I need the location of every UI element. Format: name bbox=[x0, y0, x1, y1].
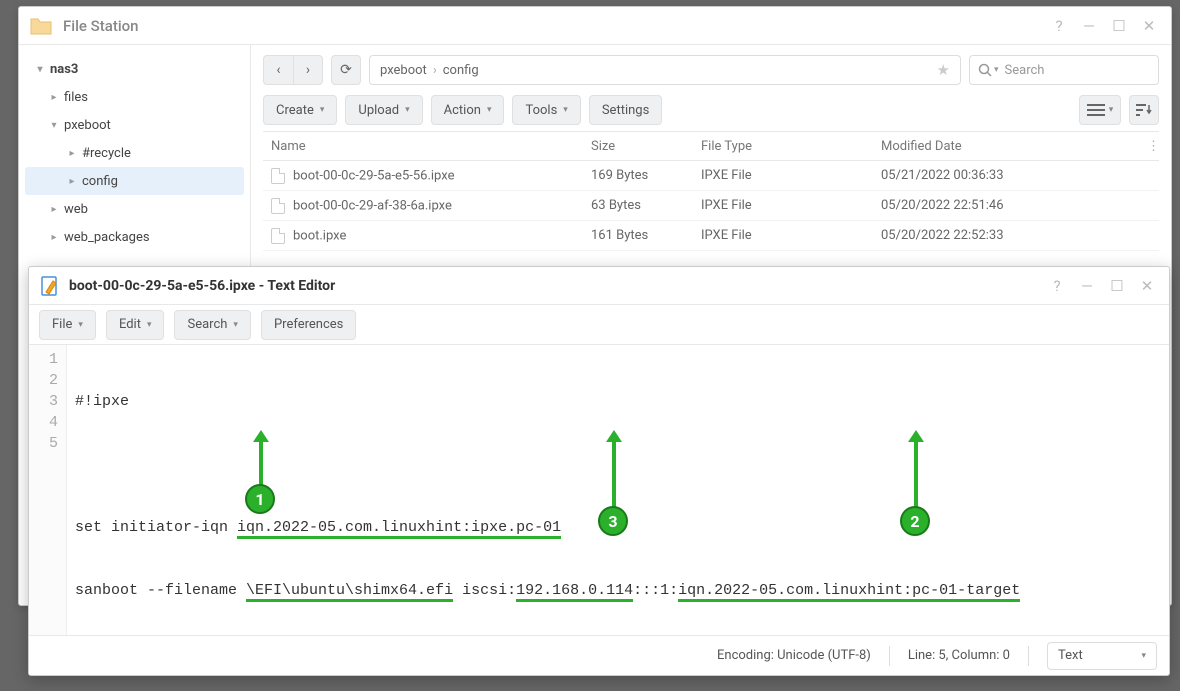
col-size[interactable]: Size bbox=[583, 139, 693, 154]
tree-label: files bbox=[64, 90, 88, 105]
action-button[interactable]: Action▾ bbox=[431, 95, 505, 125]
caret-down-icon: ▾ bbox=[994, 65, 999, 75]
sort-button[interactable] bbox=[1129, 95, 1159, 125]
tree-item-files[interactable]: ▸files bbox=[25, 83, 244, 111]
minimize-button[interactable]: — bbox=[1075, 274, 1099, 298]
view-list-button[interactable]: ▾ bbox=[1079, 95, 1121, 125]
code-editor[interactable]: 12345 #!ipxe set initiator-iqn iqn.2022-… bbox=[29, 345, 1169, 635]
close-button[interactable]: ✕ bbox=[1137, 14, 1161, 38]
chevron-right-icon: › bbox=[433, 63, 437, 78]
help-icon[interactable]: ? bbox=[1045, 274, 1069, 298]
maximize-button[interactable]: ☐ bbox=[1105, 274, 1129, 298]
status-bar: Encoding: Unicode (UTF-8) Line: 5, Colum… bbox=[29, 635, 1169, 675]
minimize-button[interactable]: — bbox=[1077, 14, 1101, 38]
star-icon[interactable]: ★ bbox=[937, 61, 950, 79]
back-button[interactable]: ‹ bbox=[263, 55, 293, 85]
tree-root-label: nas3 bbox=[50, 62, 78, 77]
annotation-callout-3: 3 bbox=[598, 506, 628, 536]
create-button[interactable]: Create▾ bbox=[263, 95, 337, 125]
annotation-underline: iqn.2022-05.com.linuxhint:ipxe.pc-01 bbox=[237, 519, 561, 539]
annotation-underline: 192.168.0.114 bbox=[516, 582, 633, 602]
column-menu-icon[interactable]: ⋮ bbox=[1139, 139, 1159, 154]
status-encoding: Encoding: Unicode (UTF-8) bbox=[717, 648, 871, 663]
arrow-head-icon bbox=[606, 430, 622, 442]
settings-button[interactable]: Settings bbox=[589, 95, 662, 125]
text-editor-titlebar: boot-00-0c-29-5a-e5-56.ipxe - Text Edito… bbox=[29, 267, 1169, 305]
tree-item-config[interactable]: ▸config bbox=[25, 167, 244, 195]
table-header: Name Size File Type Modified Date ⋮ bbox=[263, 131, 1159, 161]
tree-label: web_packages bbox=[64, 230, 150, 245]
breadcrumb[interactable]: pxeboot › config ★ bbox=[369, 55, 961, 85]
tree-root[interactable]: ▾nas3 bbox=[25, 55, 244, 83]
text-editor-window: boot-00-0c-29-5a-e5-56.ipxe - Text Edito… bbox=[28, 266, 1170, 676]
annotation-arrow bbox=[914, 440, 918, 508]
col-type[interactable]: File Type bbox=[693, 139, 873, 154]
annotation-callout-2: 2 bbox=[900, 506, 930, 536]
breadcrumb-seg[interactable]: config bbox=[443, 63, 479, 78]
annotation-underline: \EFI\ubuntu\shimx64.efi bbox=[246, 582, 453, 602]
line-gutter: 12345 bbox=[29, 345, 67, 635]
annotation-arrow bbox=[259, 440, 263, 486]
file-icon bbox=[271, 228, 285, 244]
table-row[interactable]: boot.ipxe 161 Bytes IPXE File 05/20/2022… bbox=[263, 221, 1159, 251]
folder-icon bbox=[29, 16, 53, 36]
tree-label: pxeboot bbox=[64, 118, 111, 133]
arrow-head-icon bbox=[908, 430, 924, 442]
text-editor-icon bbox=[39, 275, 61, 297]
edit-menu[interactable]: Edit▾ bbox=[106, 310, 165, 340]
tree-label: web bbox=[64, 202, 88, 217]
annotation-arrow bbox=[612, 440, 616, 508]
table-row[interactable]: boot-00-0c-29-af-38-6a.ipxe 63 Bytes IPX… bbox=[263, 191, 1159, 221]
annotation-callout-1: 1 bbox=[245, 484, 275, 514]
arrow-head-icon bbox=[253, 430, 269, 442]
col-modified[interactable]: Modified Date bbox=[873, 139, 1139, 154]
refresh-button[interactable]: ⟳ bbox=[331, 55, 361, 85]
code-line: sanboot --filename \EFI\ubuntu\shimx64.e… bbox=[75, 580, 1161, 601]
forward-button[interactable]: › bbox=[293, 55, 323, 85]
search-placeholder: Search bbox=[1005, 63, 1045, 78]
tree-item-web-packages[interactable]: ▸web_packages bbox=[25, 223, 244, 251]
tree-item-web[interactable]: ▸web bbox=[25, 195, 244, 223]
text-editor-menubar: File▾ Edit▾ Search▾ Preferences bbox=[29, 305, 1169, 345]
file-station-title: File Station bbox=[63, 17, 1041, 35]
status-cursor: Line: 5, Column: 0 bbox=[908, 648, 1010, 663]
close-button[interactable]: ✕ bbox=[1135, 274, 1159, 298]
search-icon bbox=[978, 63, 992, 77]
code-line bbox=[75, 454, 1161, 475]
preferences-menu[interactable]: Preferences bbox=[261, 310, 356, 340]
file-icon bbox=[271, 198, 285, 214]
table-row[interactable]: boot-00-0c-29-5a-e5-56.ipxe 169 Bytes IP… bbox=[263, 161, 1159, 191]
tools-button[interactable]: Tools▾ bbox=[512, 95, 580, 125]
tree-label: config bbox=[82, 174, 118, 189]
file-station-titlebar: File Station ? — ☐ ✕ bbox=[19, 7, 1171, 45]
help-icon[interactable]: ? bbox=[1047, 14, 1071, 38]
maximize-button[interactable]: ☐ bbox=[1107, 14, 1131, 38]
text-editor-title: boot-00-0c-29-5a-e5-56.ipxe - Text Edito… bbox=[69, 278, 1039, 294]
search-menu[interactable]: Search▾ bbox=[174, 310, 250, 340]
tree-item-pxeboot[interactable]: ▾pxeboot bbox=[25, 111, 244, 139]
file-table: Name Size File Type Modified Date ⋮ boot… bbox=[263, 131, 1159, 251]
language-select[interactable]: Text▾ bbox=[1047, 642, 1157, 670]
code-line: #!ipxe bbox=[75, 391, 1161, 412]
upload-button[interactable]: Upload▾ bbox=[345, 95, 422, 125]
file-icon bbox=[271, 168, 285, 184]
breadcrumb-seg[interactable]: pxeboot bbox=[380, 63, 427, 78]
tree-item-recycle[interactable]: ▸#recycle bbox=[25, 139, 244, 167]
file-menu[interactable]: File▾ bbox=[39, 310, 96, 340]
search-input[interactable]: ▾ Search bbox=[969, 55, 1159, 85]
code-area[interactable]: #!ipxe set initiator-iqn iqn.2022-05.com… bbox=[67, 345, 1169, 635]
col-name[interactable]: Name bbox=[263, 139, 583, 154]
tree-label: #recycle bbox=[82, 146, 131, 161]
annotation-underline: iqn.2022-05.com.linuxhint:pc-01-target bbox=[678, 582, 1020, 602]
